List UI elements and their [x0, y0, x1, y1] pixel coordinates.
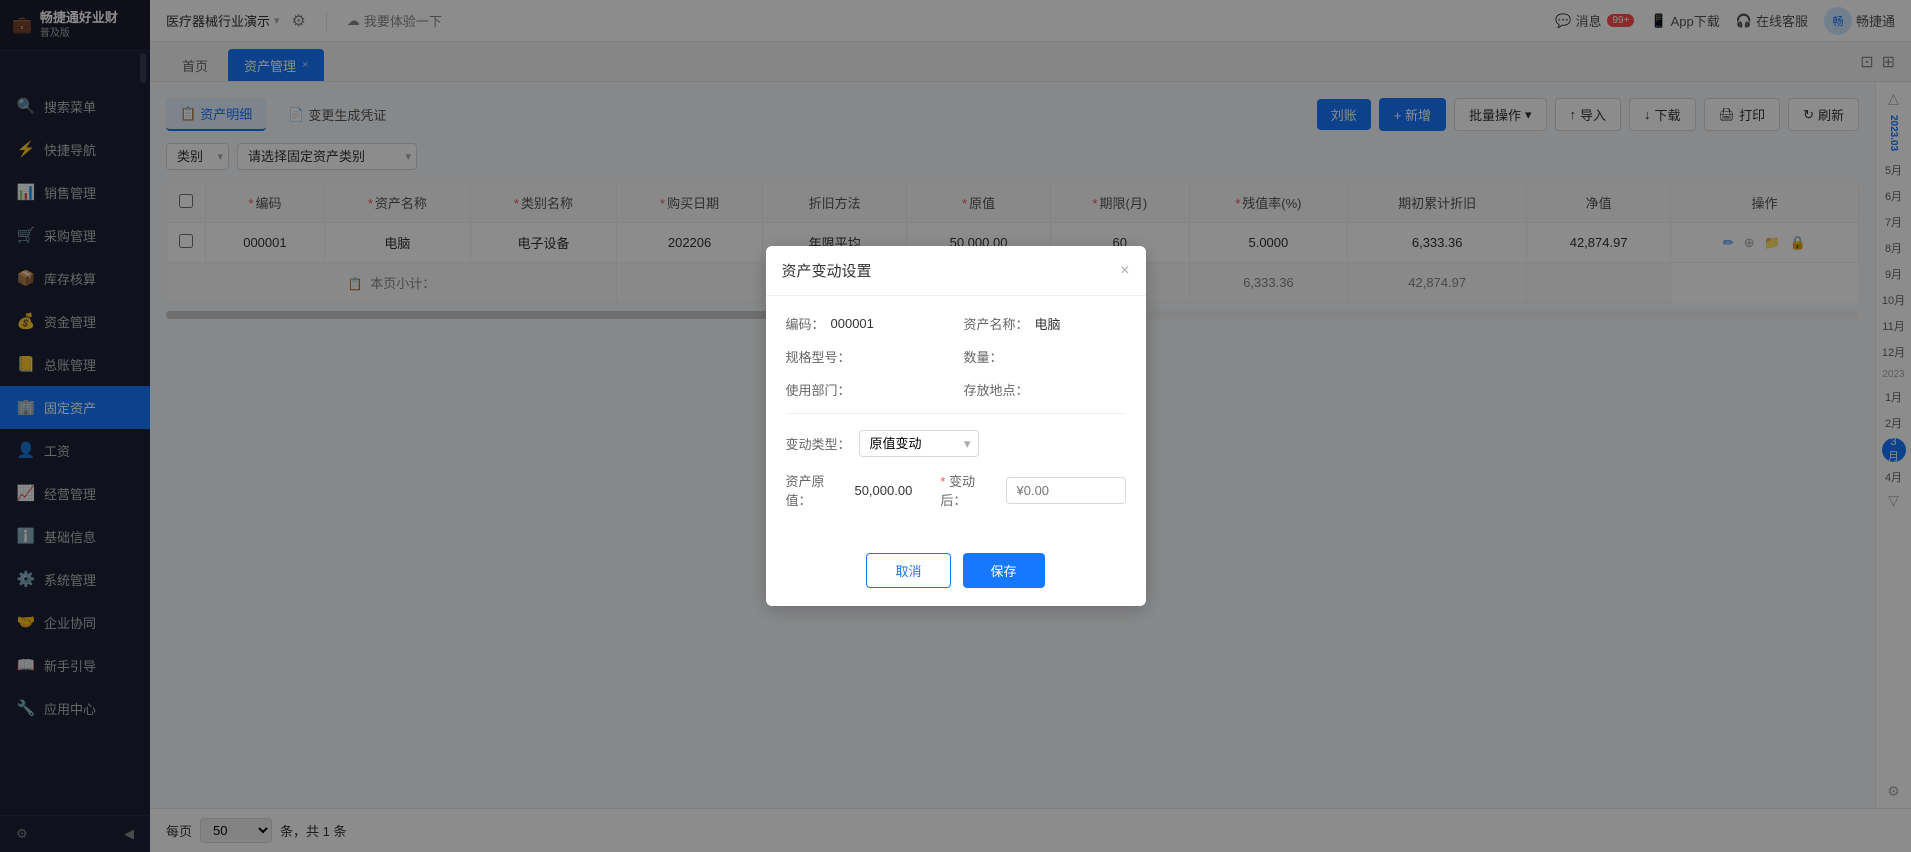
dialog-footer: 取消 保存 [766, 541, 1146, 606]
dialog-body: 编码： 000001 资产名称： 电脑 规格型号： 数量： [766, 296, 1146, 541]
dept-label: 使用部门： [786, 380, 851, 399]
dialog-row-3: 使用部门： 存放地点： [786, 380, 1126, 399]
save-button[interactable]: 保存 [963, 553, 1045, 588]
asset-value: 50,000.00 [854, 483, 912, 498]
change-type-select-wrap: 原值变动 折旧方法变动 使用年限变动 [859, 430, 979, 457]
dialog-field-code: 编码： 000001 [786, 314, 948, 333]
required-star: * [940, 474, 945, 489]
dialog-change-type-row: 变动类型： 原值变动 折旧方法变动 使用年限变动 [786, 430, 1126, 457]
dialog-field-dept: 使用部门： [786, 380, 948, 399]
dialog-field-name: 资产名称： 电脑 [964, 314, 1126, 333]
quantity-label: 数量： [964, 347, 1003, 366]
name-label: 资产名称： [964, 314, 1029, 333]
dialog-field-location: 存放地点： [964, 380, 1126, 399]
dialog-overlay[interactable]: 资产变动设置 × 编码： 000001 资产名称： 电脑 规格型号： [0, 0, 1911, 852]
dialog-amount-row: 资产原值： 50,000.00 * 变动后： [786, 471, 1126, 509]
name-value: 电脑 [1035, 314, 1061, 333]
dialog-field-quantity: 数量： [964, 347, 1126, 366]
after-value-input[interactable] [1006, 477, 1126, 504]
change-type-select[interactable]: 原值变动 折旧方法变动 使用年限变动 [859, 430, 979, 457]
dialog-row-2: 规格型号： 数量： [786, 347, 1126, 366]
dialog-title: 资产变动设置 [782, 260, 872, 281]
after-label: 变动后： [940, 474, 975, 508]
spec-label: 规格型号： [786, 347, 851, 366]
dialog-header: 资产变动设置 × [766, 246, 1146, 296]
code-value: 000001 [831, 316, 874, 331]
change-type-label: 变动类型： [786, 434, 851, 453]
dialog-divider [786, 413, 1126, 414]
asset-change-dialog: 资产变动设置 × 编码： 000001 资产名称： 电脑 规格型号： [766, 246, 1146, 606]
dialog-field-spec: 规格型号： [786, 347, 948, 366]
cancel-button[interactable]: 取消 [866, 553, 950, 588]
dialog-close-button[interactable]: × [1120, 262, 1129, 280]
location-label: 存放地点： [964, 380, 1029, 399]
asset-value-label: 资产原值： [786, 471, 843, 509]
code-label: 编码： [786, 314, 825, 333]
dialog-row-1: 编码： 000001 资产名称： 电脑 [786, 314, 1126, 333]
